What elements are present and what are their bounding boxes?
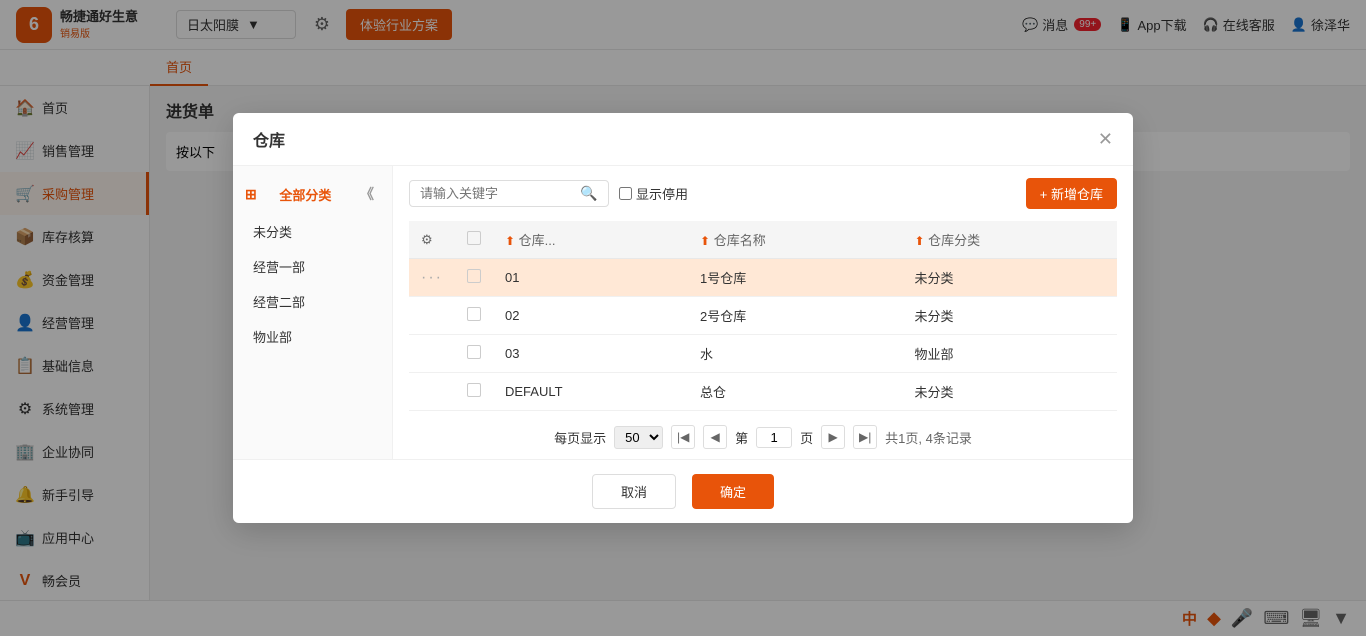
grid-icon: ⊞: [245, 186, 257, 203]
row-category-2: 未分类: [903, 297, 1118, 335]
next-page-btn[interactable]: ▶: [821, 425, 845, 449]
row-cb-1[interactable]: [467, 269, 481, 283]
th-category: ⬆ 仓库分类: [903, 221, 1118, 259]
table-body: ··· 01 1号仓库 未分类 02 2号仓库: [409, 259, 1117, 411]
sort-icon-category[interactable]: ⬆: [915, 234, 925, 248]
modal-header: 仓库 ✕: [233, 113, 1133, 166]
search-icon[interactable]: 🔍: [580, 185, 597, 202]
search-input-wrap: 🔍: [409, 180, 609, 207]
row-name-4: 总仓: [688, 373, 902, 411]
row-checkbox-4[interactable]: [455, 373, 493, 411]
table-head: ⚙ ⬆ 仓库... ⬆ 仓库名称: [409, 221, 1117, 259]
th-settings[interactable]: ⚙: [409, 221, 455, 259]
row-settings-4[interactable]: [409, 373, 455, 411]
th-checkbox[interactable]: [455, 221, 493, 259]
category-item-dept1[interactable]: 经营一部: [233, 249, 392, 284]
row-name-1: 1号仓库: [688, 259, 902, 297]
row-settings[interactable]: ···: [409, 259, 455, 297]
confirm-button[interactable]: 确定: [692, 474, 774, 509]
row-category-4: 未分类: [903, 373, 1118, 411]
add-warehouse-button[interactable]: + 新增仓库: [1026, 178, 1117, 209]
table-row[interactable]: 02 2号仓库 未分类: [409, 297, 1117, 335]
category-header-label: 全部分类: [279, 185, 331, 204]
table-row[interactable]: 03 水 物业部: [409, 335, 1117, 373]
page-input[interactable]: [756, 427, 792, 448]
table-toolbar: 🔍 显示停用 + 新增仓库: [409, 178, 1117, 209]
category-header[interactable]: ⊞ 全部分类 《: [233, 174, 392, 214]
prev-page-btn[interactable]: ◀: [703, 425, 727, 449]
row-index-1: 01: [493, 259, 688, 297]
row-index-3: 03: [493, 335, 688, 373]
row-checkbox[interactable]: [455, 259, 493, 297]
sort-icon-name[interactable]: ⬆: [700, 234, 710, 248]
row-action-icon[interactable]: ···: [421, 269, 443, 286]
table-head-row: ⚙ ⬆ 仓库... ⬆ 仓库名称: [409, 221, 1117, 259]
modal-footer: 取消 确定: [233, 459, 1133, 523]
modal-body: ⊞ 全部分类 《 未分类 经营一部 经营二部 物业部 🔍: [233, 166, 1133, 459]
modal-title: 仓库: [253, 127, 285, 151]
th-code: ⬆ 仓库...: [493, 221, 688, 259]
modal-warehouse: 仓库 ✕ ⊞ 全部分类 《 未分类 经营一部 经营二部 物业部: [233, 113, 1133, 523]
row-cb-2[interactable]: [467, 307, 481, 321]
row-index-4: DEFAULT: [493, 373, 688, 411]
table-row[interactable]: ··· 01 1号仓库 未分类: [409, 259, 1117, 297]
cancel-button[interactable]: 取消: [592, 474, 676, 509]
pagination-bar: 每页显示 50 |◀ ◀ 第 页 ▶ ▶| 共1页, 4条记录: [409, 411, 1117, 459]
row-settings-2[interactable]: [409, 297, 455, 335]
warehouse-table: ⚙ ⬆ 仓库... ⬆ 仓库名称: [409, 221, 1117, 411]
collapse-button[interactable]: 《: [354, 182, 380, 206]
row-settings-3[interactable]: [409, 335, 455, 373]
row-name-3: 水: [688, 335, 902, 373]
table-row[interactable]: DEFAULT 总仓 未分类: [409, 373, 1117, 411]
category-item-unclassified[interactable]: 未分类: [233, 214, 392, 249]
search-input[interactable]: [420, 186, 580, 201]
show-disabled-checkbox[interactable]: [619, 187, 632, 200]
last-page-btn[interactable]: ▶|: [853, 425, 877, 449]
total-info: 共1页, 4条记录: [885, 428, 972, 447]
first-page-btn[interactable]: |◀: [671, 425, 695, 449]
show-disabled-label[interactable]: 显示停用: [619, 184, 688, 203]
modal-close-button[interactable]: ✕: [1098, 130, 1113, 148]
row-category-3: 物业部: [903, 335, 1118, 373]
row-cb-3[interactable]: [467, 345, 481, 359]
sort-icon-code[interactable]: ⬆: [505, 234, 515, 248]
row-checkbox-3[interactable]: [455, 335, 493, 373]
row-name-2: 2号仓库: [688, 297, 902, 335]
table-scroll-area: ⚙ ⬆ 仓库... ⬆ 仓库名称: [409, 221, 1117, 411]
category-sidebar: ⊞ 全部分类 《 未分类 经营一部 经营二部 物业部: [233, 166, 393, 459]
modal-overlay: 仓库 ✕ ⊞ 全部分类 《 未分类 经营一部 经营二部 物业部: [0, 0, 1366, 636]
page-suffix: 页: [800, 428, 813, 447]
page-label: 第: [735, 428, 748, 447]
category-item-dept2[interactable]: 经营二部: [233, 284, 392, 319]
select-all-checkbox[interactable]: [467, 231, 481, 245]
row-category-1: 未分类: [903, 259, 1118, 297]
th-name: ⬆ 仓库名称: [688, 221, 902, 259]
row-cb-4[interactable]: [467, 383, 481, 397]
per-page-label: 每页显示: [554, 428, 606, 447]
modal-table-area: 🔍 显示停用 + 新增仓库 ⚙: [393, 166, 1133, 459]
row-checkbox-2[interactable]: [455, 297, 493, 335]
row-index-2: 02: [493, 297, 688, 335]
category-item-property[interactable]: 物业部: [233, 319, 392, 354]
per-page-select[interactable]: 50: [614, 426, 663, 449]
